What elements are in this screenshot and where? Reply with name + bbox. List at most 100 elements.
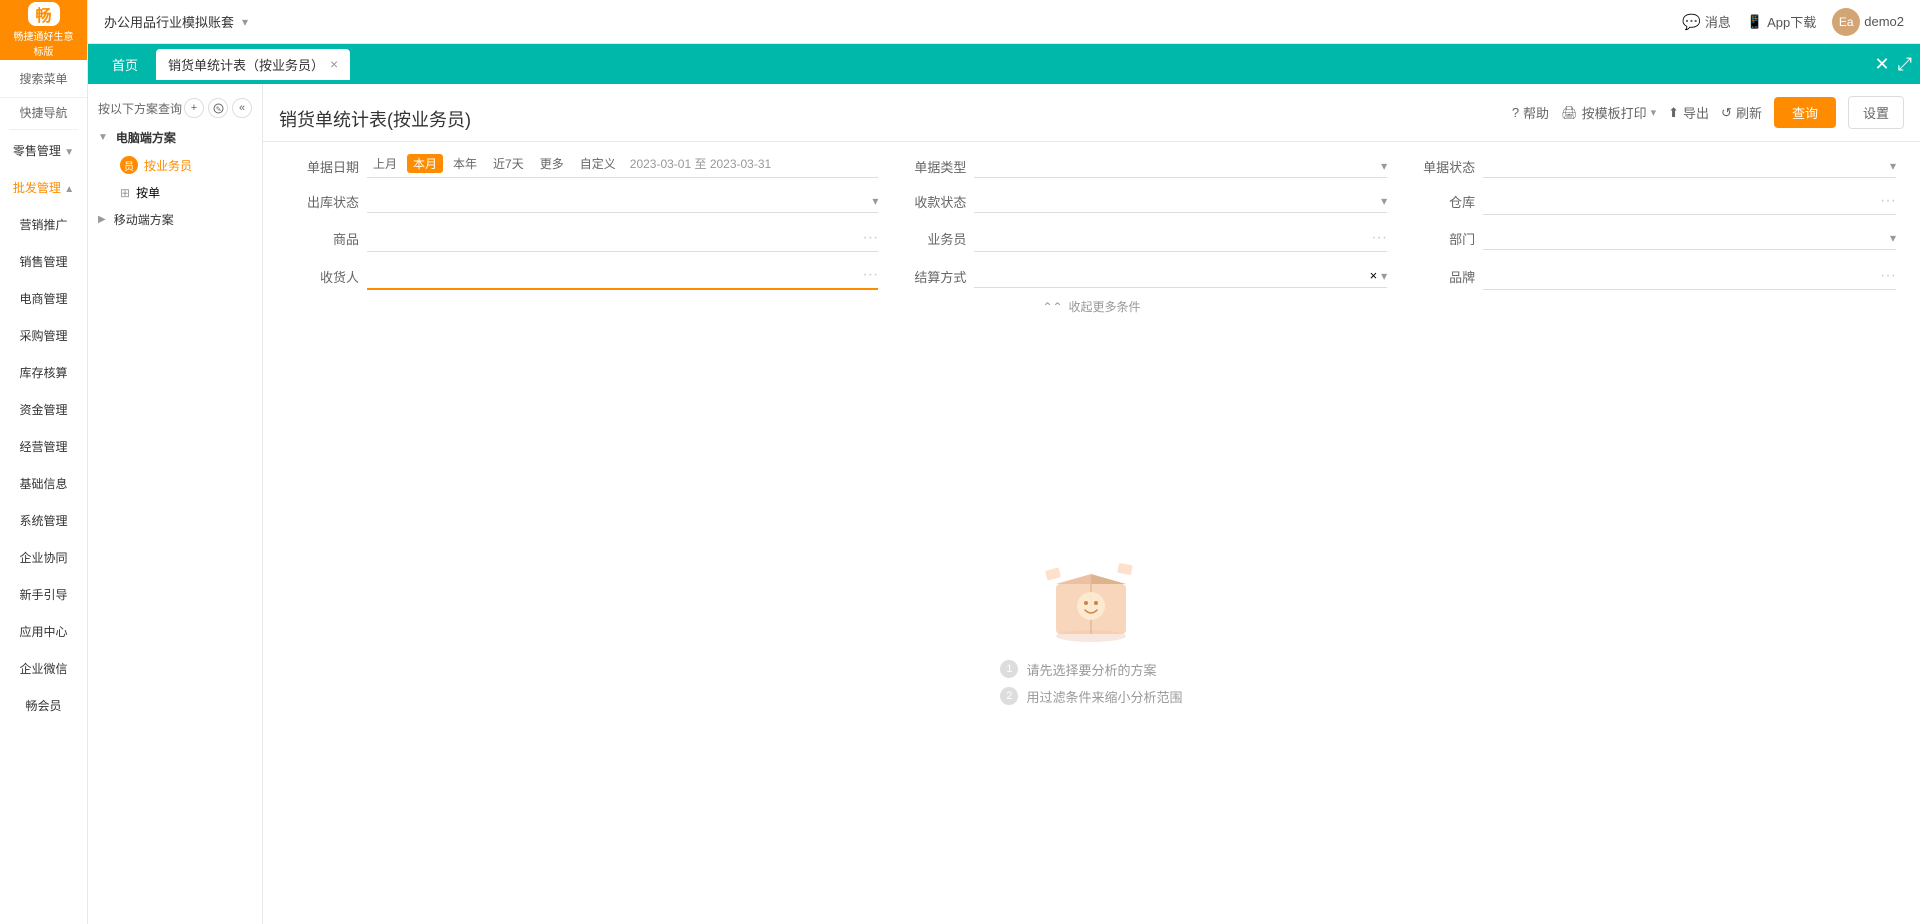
date-this-month-btn[interactable]: 本月 <box>407 154 443 173</box>
sidebar-item-member[interactable]: 畅会员 <box>0 687 87 724</box>
message-icon: 💬 <box>1682 13 1701 31</box>
print-arrow-icon: ▾ <box>1651 106 1657 119</box>
refresh-button[interactable]: ↺ 刷新 <box>1721 103 1762 122</box>
recipient-label: 收货人 <box>287 267 367 286</box>
help-label: 帮助 <box>1523 103 1549 122</box>
sidebar-item-finance[interactable]: 资金管理 <box>0 391 87 428</box>
empty-illustration <box>1036 554 1146 644</box>
hint-num-2: 2 <box>1000 687 1018 705</box>
empty-hint-2: 2 用过滤条件来缩小分析范围 <box>1000 687 1182 706</box>
date-this-year-btn[interactable]: 本年 <box>447 154 483 173</box>
sidebar-item-apps[interactable]: 应用中心 <box>0 613 87 650</box>
tab-expand-button[interactable]: ⤢ <box>1898 54 1912 75</box>
query-button[interactable]: 查询 <box>1774 97 1836 128</box>
tab-home[interactable]: 首页 <box>96 49 154 80</box>
collapse-panel-button[interactable]: « <box>232 98 252 118</box>
logo-text: 畅捷通好生意标版 <box>14 28 74 58</box>
date-last-month-btn[interactable]: 上月 <box>367 154 403 173</box>
sidebar-item-wechat[interactable]: 企业微信 <box>0 650 87 687</box>
settlement-label: 结算方式 <box>894 267 974 286</box>
doc-status-label: 单据状态 <box>1403 157 1483 176</box>
sidebar-item-sales[interactable]: 销售管理 <box>0 243 87 280</box>
scheme-salesperson-label: 按业务员 <box>144 157 192 174</box>
download-icon: 📱 <box>1747 14 1763 30</box>
help-icon: ? <box>1512 105 1519 120</box>
date-custom-btn[interactable]: 自定义 <box>574 154 622 173</box>
refresh-icon: ↺ <box>1721 105 1732 121</box>
panel-header-icons: + ✎ « <box>184 98 252 118</box>
sidebar-item-marketing[interactable]: 营销推广 <box>0 206 87 243</box>
sidebar-item-inventory[interactable]: 库存核算 <box>0 354 87 391</box>
empty-hint-1: 1 请先选择要分析的方案 <box>1000 660 1182 679</box>
topbar-title-area: 办公用品行业模拟账套 ▾ <box>104 12 248 31</box>
doc-status-arrow-icon: ▾ <box>1890 159 1896 173</box>
divider-1 <box>9 129 79 130</box>
message-label: 消息 <box>1705 12 1731 31</box>
doc-type-select[interactable]: ▾ <box>974 155 1387 178</box>
help-button[interactable]: ? 帮助 <box>1512 103 1549 122</box>
recipient-input[interactable]: ··· <box>367 262 878 290</box>
empty-state: 1 请先选择要分析的方案 2 用过滤条件来缩小分析范围 <box>1000 554 1182 706</box>
avatar: Ea <box>1832 8 1860 36</box>
pc-section-label: ▼ 电脑端方案 <box>88 124 262 151</box>
out-status-select[interactable]: ▾ <box>367 190 878 213</box>
tab-active[interactable]: 销货单统计表（按业务员） × <box>156 49 350 80</box>
app-download-tool[interactable]: 📱 App下载 <box>1747 12 1816 31</box>
sidebar-item-quick-nav[interactable]: 快捷导航 <box>0 97 87 127</box>
sidebar-item-ecommerce[interactable]: 电商管理 <box>0 280 87 317</box>
sidebar-item-ops[interactable]: 经营管理 <box>0 428 87 465</box>
settlement-select[interactable]: × ▾ <box>974 264 1387 288</box>
dept-select[interactable]: ▾ <box>1483 227 1896 250</box>
add-scheme-button[interactable]: + <box>184 98 204 118</box>
sidebar-item-retail[interactable]: 零售管理 ▼ <box>0 132 87 169</box>
brand-label: 品牌 <box>1403 267 1483 286</box>
settlement-clear-button[interactable]: × <box>1370 268 1378 283</box>
sidebar-item-system[interactable]: 系统管理 <box>0 502 87 539</box>
salesperson-label: 业务员 <box>894 229 974 248</box>
collapse-label: 收起更多条件 <box>1069 298 1141 315</box>
export-button[interactable]: ⬆ 导出 <box>1668 103 1709 122</box>
salesperson-dots: ··· <box>1371 229 1387 247</box>
tab-active-label: 销货单统计表（按业务员） <box>168 55 324 74</box>
collect-status-select[interactable]: ▾ <box>974 190 1387 213</box>
tab-close-button[interactable]: × <box>330 56 338 72</box>
goods-label: 商品 <box>287 229 367 248</box>
date-last7-btn[interactable]: 近7天 <box>487 154 530 173</box>
setting-button[interactable]: 设置 <box>1848 96 1904 129</box>
print-icon: 🖨 <box>1561 105 1578 121</box>
sidebar-item-search[interactable]: 搜索菜单 <box>0 60 87 97</box>
warehouse-input[interactable]: ··· <box>1483 188 1896 215</box>
tab-close-window-button[interactable]: ✕ <box>1875 54 1890 75</box>
scheme-by-order[interactable]: ⊞ 按单 <box>88 179 262 206</box>
mobile-arrow-icon: ▶ <box>98 214 106 225</box>
dept-arrow-icon: ▾ <box>1890 231 1896 245</box>
warehouse-label: 仓库 <box>1403 192 1483 211</box>
logo-area: 畅 畅捷通好生意标版 <box>0 0 87 60</box>
salesperson-input[interactable]: ··· <box>974 225 1387 252</box>
collapse-conditions-button[interactable]: ⌃⌃ 收起更多条件 <box>279 290 1904 323</box>
sidebar-item-base[interactable]: 基础信息 <box>0 465 87 502</box>
hint-text-1: 请先选择要分析的方案 <box>1026 660 1156 679</box>
refresh-label: 刷新 <box>1736 103 1762 122</box>
scheme-salesperson[interactable]: 员 按业务员 <box>88 151 262 179</box>
doc-status-select[interactable]: ▾ <box>1483 155 1896 178</box>
doc-type-arrow-icon: ▾ <box>1381 159 1387 173</box>
user-tool[interactable]: Ea demo2 <box>1832 8 1904 36</box>
active-scheme-dot: 员 <box>120 156 138 174</box>
edit-scheme-button[interactable]: ✎ <box>208 98 228 118</box>
sidebar-item-wholesale-label: 批发管理 <box>13 181 61 195</box>
date-shortcuts: 上月 本月 本年 近7天 更多 自定义 <box>367 154 622 173</box>
brand-input[interactable]: ··· <box>1483 263 1896 290</box>
panel-header-label: 按以下方案查询 <box>98 100 182 117</box>
header-actions: ? 帮助 🖨 按模板打印 ▾ ⬆ 导出 ↺ 刷新 <box>1512 96 1904 141</box>
sidebar-item-guide[interactable]: 新手引导 <box>0 576 87 613</box>
goods-input[interactable]: ··· <box>367 225 878 252</box>
sidebar-item-collab[interactable]: 企业协同 <box>0 539 87 576</box>
print-button[interactable]: 🖨 按模板打印 ▾ <box>1561 103 1656 122</box>
sidebar-item-purchase[interactable]: 采购管理 <box>0 317 87 354</box>
message-tool[interactable]: 💬 消息 <box>1682 12 1731 31</box>
brand-dots: ··· <box>1880 267 1896 285</box>
date-more-btn[interactable]: 更多 <box>534 154 570 173</box>
sidebar-item-wholesale[interactable]: 批发管理 ▲ <box>0 169 87 206</box>
date-label: 单据日期 <box>287 157 367 176</box>
